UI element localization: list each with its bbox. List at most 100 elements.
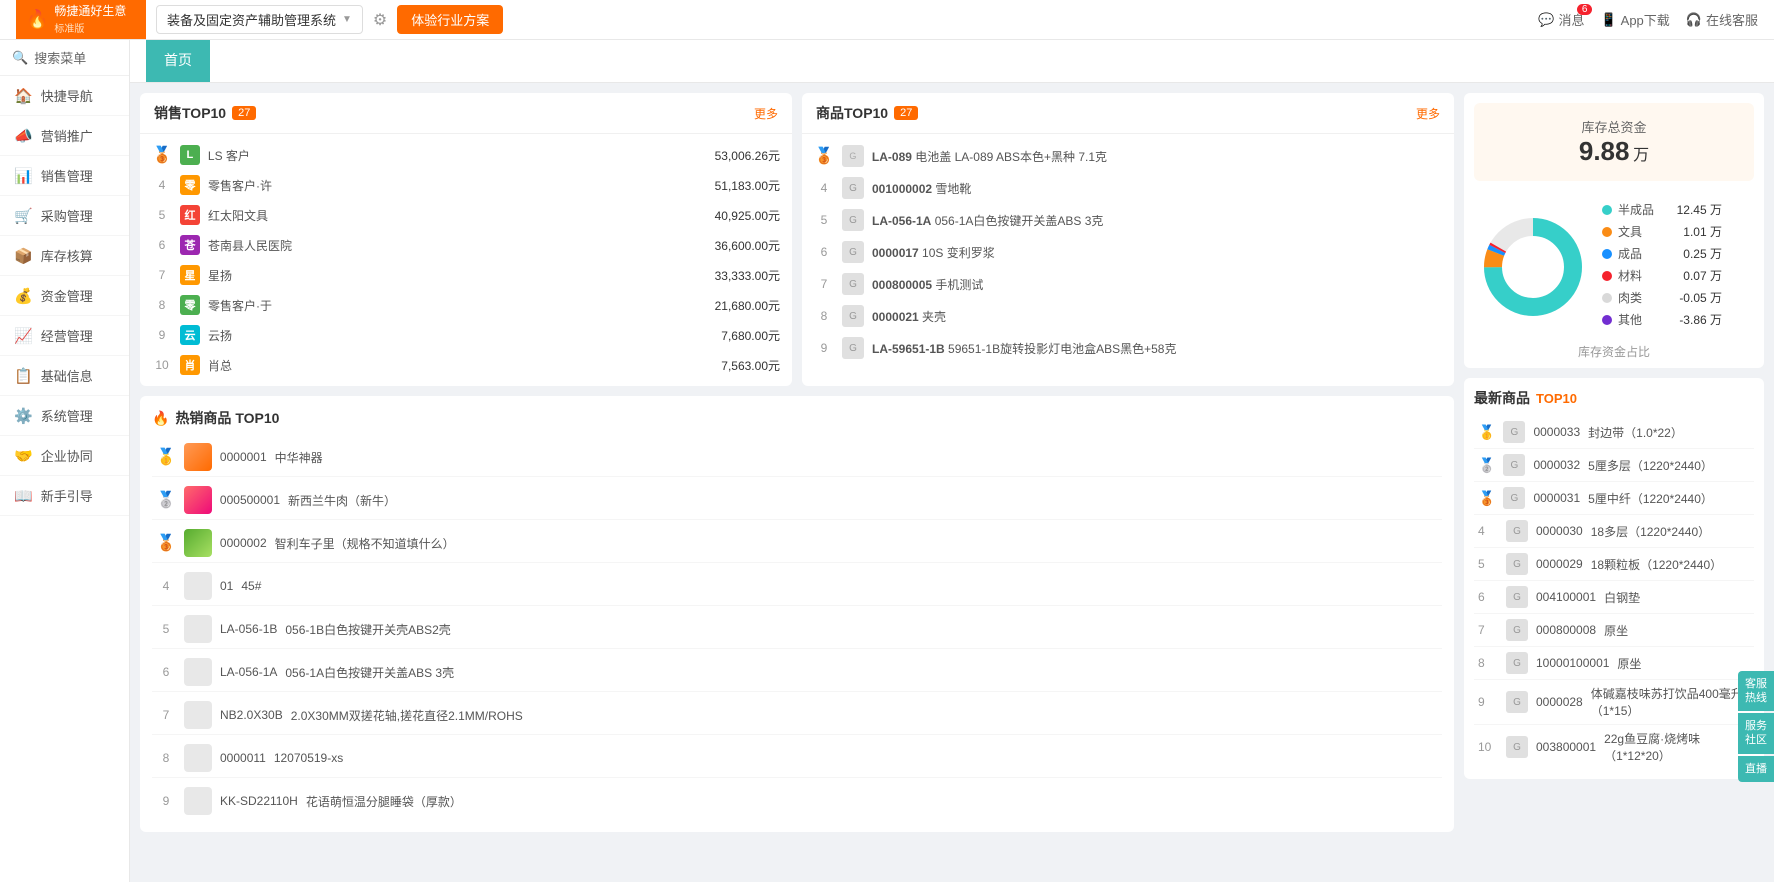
product-thumbnail xyxy=(184,443,212,471)
message-badge: 6 xyxy=(1577,4,1593,15)
inventory-total: 库存总资金 9.88 万 xyxy=(1474,103,1754,181)
customer-name: LS 客户 xyxy=(208,147,707,164)
customer-amount: 33,333.00元 xyxy=(715,267,780,284)
rank-number: 4 xyxy=(1478,524,1498,538)
goods-top10-more[interactable]: 更多 xyxy=(1416,105,1440,122)
float-service-panel: 客服热线 服务社区 直播 xyxy=(1738,671,1774,782)
search-label: 搜索菜单 xyxy=(34,48,86,67)
sidebar-label-inventory: 库存核算 xyxy=(41,246,93,265)
box-icon: 📦 xyxy=(14,247,33,265)
goods-top10-tag: 27 xyxy=(894,106,918,120)
rank-medal: 🥇 xyxy=(1478,424,1495,441)
app-label: App下载 xyxy=(1621,10,1670,29)
sidebar-label-guide: 新手引导 xyxy=(41,486,93,505)
legend-dot xyxy=(1602,271,1612,281)
product-thumbnail xyxy=(184,572,212,600)
rank-number: 9 xyxy=(814,341,834,355)
product-name: 056-1B白色按键开关壳ABS2壳 xyxy=(285,621,450,638)
new-products-subtitle: TOP10 xyxy=(1536,391,1577,406)
product-name: 22g鱼豆腐·烧烤味（1*12*20） xyxy=(1604,730,1750,764)
online-service-button[interactable]: 🎧 在线客服 xyxy=(1686,10,1758,29)
product-info: 001000002 雪地靴 xyxy=(872,180,1442,197)
product-thumb: G xyxy=(1503,421,1525,443)
product-thumbnail xyxy=(184,529,212,557)
message-button[interactable]: 💬 消息 6 xyxy=(1538,10,1584,29)
new-products-list: 🥇 G 0000033 封边带（1.0*22） 🥈 G 0000032 5厘多层… xyxy=(1474,416,1754,769)
product-thumb: G xyxy=(1506,691,1528,713)
float-customer-service[interactable]: 客服热线 xyxy=(1738,671,1774,712)
sidebar-item-basics[interactable]: 📋 基础信息 xyxy=(0,356,129,396)
hot-products-list: 🥇 0000001 中华神器 🥈 000500001 新西兰牛肉（新牛） xyxy=(152,438,1442,820)
list-item: 6 G 004100001 白钢垫 xyxy=(1474,581,1754,614)
product-code: 01 xyxy=(220,579,233,593)
rank-number: 6 xyxy=(814,245,834,259)
rank-number: 10 xyxy=(152,358,172,372)
float-live[interactable]: 直播 xyxy=(1738,756,1774,782)
sidebar-item-finance[interactable]: 💰 资金管理 xyxy=(0,276,129,316)
sidebar-item-cooperation[interactable]: 🤝 企业协同 xyxy=(0,436,129,476)
product-name: 18颗粒板（1220*2440） xyxy=(1591,556,1722,573)
handshake-icon: 🤝 xyxy=(14,447,33,465)
product-code: 0000031 xyxy=(1533,491,1580,505)
search-menu-button[interactable]: 🔍 搜索菜单 xyxy=(12,48,117,67)
customer-amount: 40,925.00元 xyxy=(715,207,780,224)
table-row: 9 G LA-59651-1B 59651-1B旋转投影灯电池盒ABS黑色+58… xyxy=(802,332,1454,364)
sidebar-search[interactable]: 🔍 搜索菜单 xyxy=(0,40,129,76)
customer-name: 云扬 xyxy=(208,327,713,344)
legend-dot xyxy=(1602,205,1612,215)
product-code: 0000033 xyxy=(1533,425,1580,439)
product-thumb: G xyxy=(1506,520,1528,542)
logo-sub: 标准版 xyxy=(54,20,126,35)
new-products-card: 最新商品 TOP10 🥇 G 0000033 封边带（1.0*22） 🥈 G xyxy=(1464,378,1764,779)
avatar: 星 xyxy=(180,265,200,285)
rank-number: 9 xyxy=(1478,695,1498,709)
tab-home[interactable]: 首页 xyxy=(146,40,210,82)
float-community[interactable]: 服务社区 xyxy=(1738,713,1774,754)
rank-number: 5 xyxy=(152,208,172,222)
logo: 🔥 畅捷通好生意 标准版 xyxy=(16,0,146,39)
rank-number: 8 xyxy=(1478,656,1498,670)
sidebar-item-quicknav[interactable]: 🏠 快捷导航 xyxy=(0,76,129,116)
goods-top10-list: 🥉 G LA-089 电池盖 LA-089 ABS本色+黑种 7.1克 4 G … xyxy=(802,134,1454,370)
product-code: 0000002 xyxy=(220,536,267,550)
customer-top10-more[interactable]: 更多 xyxy=(754,105,778,122)
sidebar-label-basics: 基础信息 xyxy=(41,366,93,385)
app-download-button[interactable]: 📱 App下载 xyxy=(1600,10,1669,29)
customer-name: 红太阳文具 xyxy=(208,207,707,224)
sidebar-label-purchase: 采购管理 xyxy=(41,206,93,225)
legend-dot xyxy=(1602,227,1612,237)
rank-number: 8 xyxy=(152,298,172,312)
product-name: 体碱嘉枝味苏打饮品400毫升（1*15） xyxy=(1591,685,1750,719)
table-row: 8 G 0000021 夹壳 xyxy=(802,300,1454,332)
donut-chart-area: 半成品 12.45 万 文具 1.01 万 成品 0 xyxy=(1464,191,1764,343)
sidebar-item-marketing[interactable]: 📣 营销推广 xyxy=(0,116,129,156)
table-row: 🥉 G LA-089 电池盖 LA-089 ABS本色+黑种 7.1克 xyxy=(802,140,1454,172)
table-row: 5 G LA-056-1A 056-1A白色按键开关盖ABS 3克 xyxy=(802,204,1454,236)
list-item: 5 G 0000029 18颗粒板（1220*2440） xyxy=(1474,548,1754,581)
legend-item-stationery: 文具 1.01 万 xyxy=(1602,223,1722,240)
list-item: 7 NB2.0X30B 2.0X30MM双搓花轴,搓花直径2.1MM/ROHS xyxy=(152,696,1442,735)
list-item: 🥉 G 0000031 5厘中纤（1220*2440） xyxy=(1474,482,1754,515)
gear-icon: ⚙️ xyxy=(14,407,33,425)
rank-number: 7 xyxy=(814,277,834,291)
sidebar-item-inventory[interactable]: 📦 库存核算 xyxy=(0,236,129,276)
sidebar-item-sales[interactable]: 📊 销售管理 xyxy=(0,156,129,196)
content-area: 首页 销售TOP10 27 更多 xyxy=(130,40,1774,882)
sidebar-item-purchase[interactable]: 🛒 采购管理 xyxy=(0,196,129,236)
product-name: 056-1A白色按键开关盖ABS 3壳 xyxy=(285,664,454,681)
product-name: 原坐 xyxy=(1617,655,1641,672)
sidebar-item-system[interactable]: ⚙️ 系统管理 xyxy=(0,396,129,436)
product-name: 18多层（1220*2440） xyxy=(1591,523,1710,540)
selector-label: 装备及固定资产辅助管理系统 xyxy=(167,10,336,29)
system-selector[interactable]: 装备及固定资产辅助管理系统 ▼ xyxy=(156,5,363,34)
trial-button[interactable]: 体验行业方案 xyxy=(397,5,503,34)
sidebar-item-operations[interactable]: 📈 经营管理 xyxy=(0,316,129,356)
product-thumb: G xyxy=(1506,736,1528,758)
goods-top10-title: 商品TOP10 xyxy=(816,103,888,123)
sidebar-item-guide[interactable]: 📖 新手引导 xyxy=(0,476,129,516)
table-row: 8 零 零售客户·于 21,680.00元 xyxy=(140,290,792,320)
settings-icon[interactable]: ⚙ xyxy=(373,10,387,30)
table-row: 9 云 云扬 7,680.00元 xyxy=(140,320,792,350)
table-row: 10 肖 肖总 7,563.00元 xyxy=(140,350,792,380)
rank-medal: 🥈 xyxy=(1478,457,1495,474)
